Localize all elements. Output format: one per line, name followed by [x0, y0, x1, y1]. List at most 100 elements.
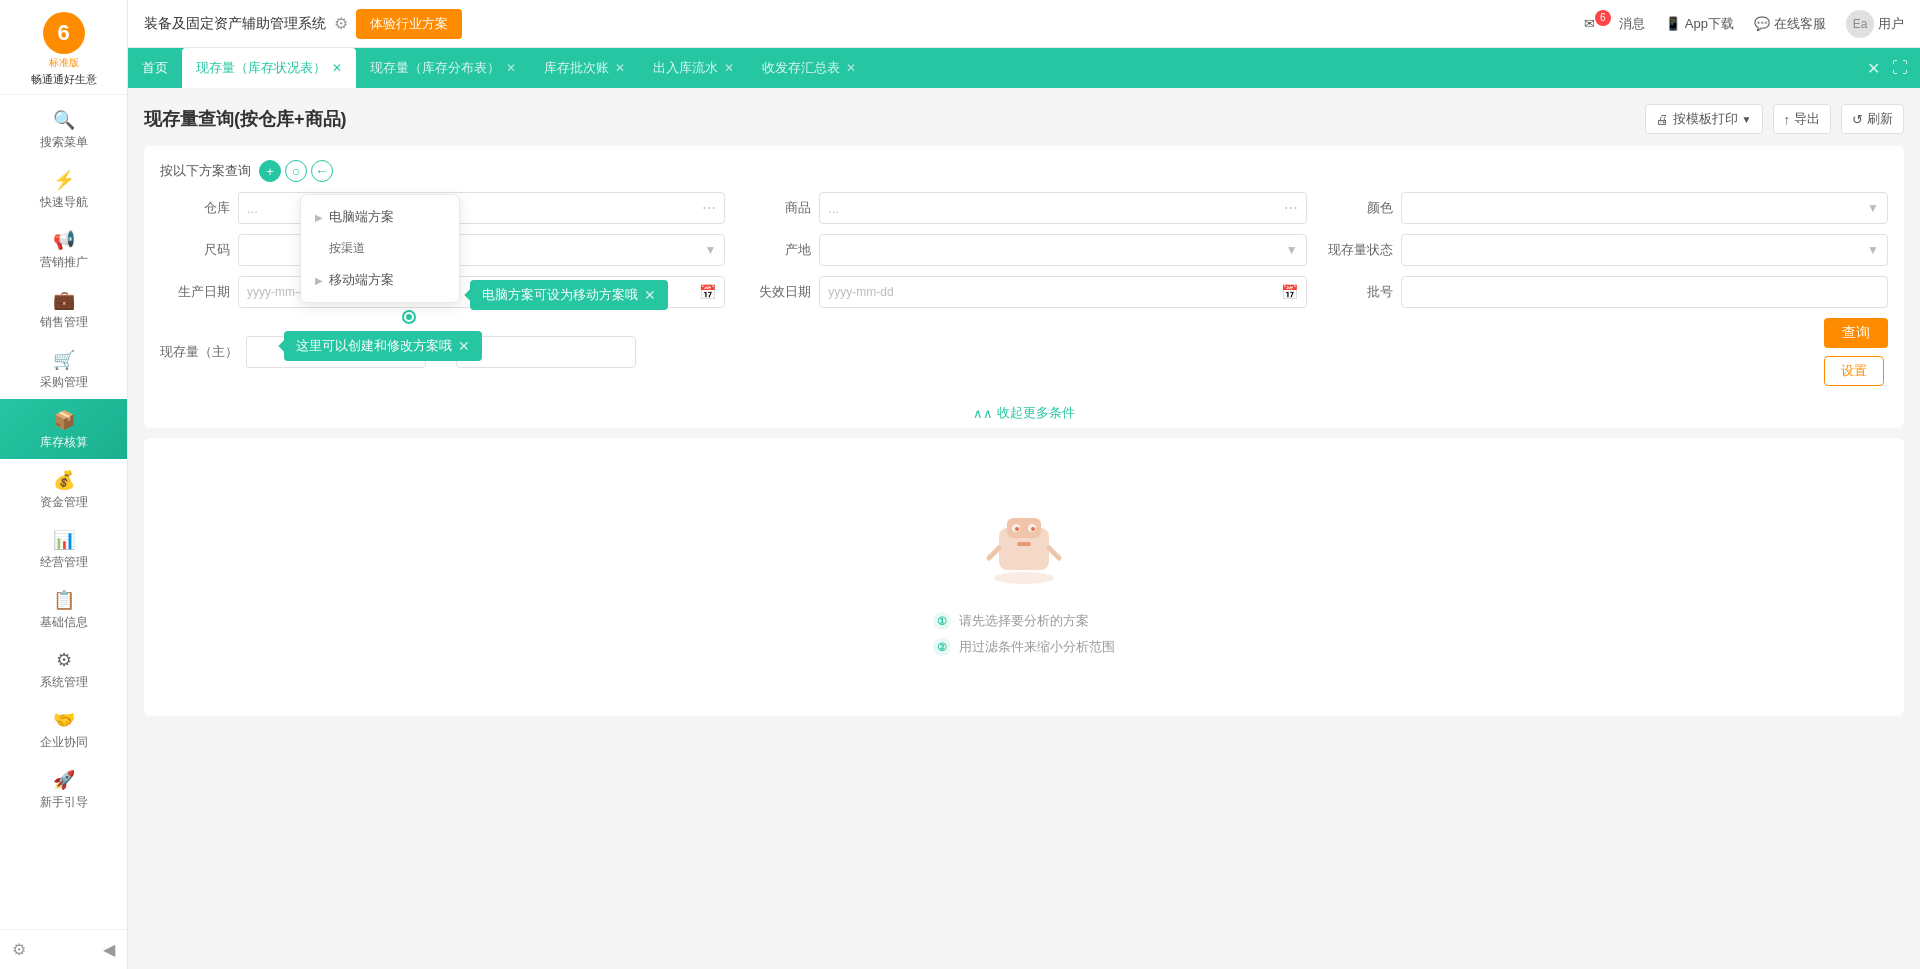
- sidebar-item-purchase[interactable]: 🛒 采购管理: [0, 339, 127, 399]
- online-service-label: 在线客服: [1774, 15, 1826, 33]
- tab-close-inventory-distribution[interactable]: ✕: [506, 61, 516, 75]
- industry-btn[interactable]: 体验行业方案: [356, 9, 462, 39]
- sidebar-item-quicknav[interactable]: ⚡ 快速导航: [0, 159, 127, 219]
- sales-icon: 💼: [53, 289, 75, 311]
- refresh-btn[interactable]: ↺ 刷新: [1841, 104, 1904, 134]
- origin-field[interactable]: ▼: [819, 234, 1306, 266]
- sidebar-item-guide[interactable]: 🚀 新手引导: [0, 759, 127, 819]
- tab-label-home: 首页: [142, 59, 168, 77]
- sidebar-item-operations[interactable]: 📊 经营管理: [0, 519, 127, 579]
- sidebar-item-search[interactable]: 🔍 搜索菜单: [0, 99, 127, 159]
- sidebar-item-sales[interactable]: 💼 销售管理: [0, 279, 127, 339]
- app-download-btn[interactable]: 📱 App下载: [1665, 15, 1734, 33]
- sidebar-label-system: 系统管理: [40, 674, 88, 691]
- empty-tip-1: ① 请先选择要分析的方案: [933, 612, 1115, 630]
- empty-tip-2-text: 用过滤条件来缩小分析范围: [959, 638, 1115, 656]
- svg-line-8: [989, 548, 999, 558]
- settings-icon[interactable]: ⚙: [12, 940, 26, 959]
- tooltip2-text: 这里可以创建和修改方案哦: [296, 337, 452, 355]
- sidebar-label-guide: 新手引导: [40, 794, 88, 811]
- export-icon: ↑: [1784, 112, 1791, 127]
- tab-inventory-status[interactable]: 现存量（库存状况表）✕: [182, 48, 356, 88]
- empty-tips: ① 请先选择要分析的方案 ② 用过滤条件来缩小分析范围: [933, 612, 1115, 656]
- chevron-down-icon: ▼: [1742, 114, 1752, 125]
- expand-icon: ▶: [315, 212, 323, 223]
- inventory-main-to[interactable]: [456, 336, 636, 368]
- sidebar-label-purchase: 采购管理: [40, 374, 88, 391]
- goods-more-icon[interactable]: ⋯: [1284, 200, 1298, 216]
- tab-in-out-flow[interactable]: 出入库流水✕: [639, 48, 748, 88]
- scheme-item-mobile[interactable]: ▶ 移动端方案: [301, 264, 459, 296]
- empty-state: ① 请先选择要分析的方案 ② 用过滤条件来缩小分析范围: [144, 438, 1904, 716]
- color-chevron: ▼: [1867, 201, 1879, 215]
- edit-scheme-btn[interactable]: ○: [285, 160, 307, 182]
- tooltip2-close[interactable]: ✕: [458, 338, 470, 354]
- empty-tip-2: ② 用过滤条件来缩小分析范围: [933, 638, 1115, 656]
- tab-close-inventory-batch[interactable]: ✕: [615, 61, 625, 75]
- empty-illustration: [979, 498, 1069, 588]
- phone-icon: 📱: [1665, 16, 1681, 31]
- scheme-sub-item[interactable]: 按渠道: [301, 233, 459, 264]
- warehouse-more: ...: [247, 201, 258, 216]
- add-scheme-btn[interactable]: +: [259, 160, 281, 182]
- warehouse-label: 仓库: [160, 199, 230, 217]
- svg-point-6: [1031, 527, 1035, 531]
- online-service-btn[interactable]: 💬 在线客服: [1754, 15, 1826, 33]
- sidebar-item-marketing[interactable]: 📢 营销推广: [0, 219, 127, 279]
- tab-inventory-batch[interactable]: 库存批次账✕: [530, 48, 639, 88]
- message-btn[interactable]: ✉ 6 消息: [1584, 15, 1645, 33]
- tab-inventory-distribution[interactable]: 现存量（库存分布表）✕: [356, 48, 530, 88]
- inventory-status-chevron: ▼: [1867, 243, 1879, 257]
- sidebar-item-finance[interactable]: 💰 资金管理: [0, 459, 127, 519]
- expiry-date-cal-icon[interactable]: 📅: [1281, 284, 1298, 300]
- sidebar-item-basic[interactable]: 📋 基础信息: [0, 579, 127, 639]
- tab-close-in-out-flow[interactable]: ✕: [724, 61, 734, 75]
- filter-header-row: 按以下方案查询 + ○ ← 电脑方案可设为移动方案哦 ✕ ▶: [160, 160, 1888, 182]
- marketing-icon: 📢: [53, 229, 75, 251]
- header-gear-icon[interactable]: ⚙: [334, 14, 348, 33]
- tab-close-receive-send[interactable]: ✕: [846, 61, 856, 75]
- sidebar-item-inventory[interactable]: 📦 库存核算: [0, 399, 127, 459]
- prod-date-cal-icon[interactable]: 📅: [699, 284, 716, 300]
- fullscreen-icon[interactable]: ⛶: [1888, 59, 1912, 77]
- expiry-date-field[interactable]: yyyy-mm-dd 📅: [819, 276, 1306, 308]
- close-all-tabs-icon[interactable]: ✕: [1863, 59, 1884, 78]
- batch-input[interactable]: [1401, 276, 1888, 308]
- set-btn[interactable]: 设置: [1824, 356, 1884, 386]
- export-btn[interactable]: ↑ 导出: [1773, 104, 1832, 134]
- origin-label: 产地: [741, 241, 811, 259]
- sidebar-item-system[interactable]: ⚙ 系统管理: [0, 639, 127, 699]
- sidebar-item-enterprise[interactable]: 🤝 企业协同: [0, 699, 127, 759]
- tab-receive-send[interactable]: 收发存汇总表✕: [748, 48, 870, 88]
- inventory-status-field[interactable]: ▼: [1401, 234, 1888, 266]
- template-print-btn[interactable]: 🖨 按模板打印 ▼: [1645, 104, 1763, 134]
- message-icon: ✉: [1584, 16, 1595, 31]
- tab-list: 首页现存量（库存状况表）✕现存量（库存分布表）✕库存批次账✕出入库流水✕收发存汇…: [128, 48, 870, 88]
- tab-close-inventory-status[interactable]: ✕: [332, 61, 342, 75]
- goods-field[interactable]: ... ⋯: [819, 192, 1306, 224]
- tooltip-pc-scheme: 电脑方案可设为移动方案哦 ✕: [470, 280, 668, 310]
- main-area: 装备及固定资产辅助管理系统 ⚙ 体验行业方案 ✉ 6 消息 📱 App下载 💬 …: [128, 0, 1920, 969]
- message-label: 消息: [1619, 15, 1645, 33]
- tab-home[interactable]: 首页: [128, 48, 182, 88]
- empty-tip-1-text: 请先选择要分析的方案: [959, 612, 1089, 630]
- collapse-icon[interactable]: ◀: [103, 940, 115, 959]
- scheme-item-pc[interactable]: ▶ 电脑端方案: [301, 201, 459, 233]
- guide-icon: 🚀: [53, 769, 75, 791]
- svg-rect-7: [1017, 542, 1031, 546]
- query-btn[interactable]: 查询: [1824, 318, 1888, 348]
- color-field[interactable]: ▼: [1401, 192, 1888, 224]
- arrow-scheme-btn[interactable]: ←: [311, 160, 333, 182]
- tooltip1-close[interactable]: ✕: [644, 287, 656, 303]
- header-left: 装备及固定资产辅助管理系统 ⚙ 体验行业方案: [144, 9, 462, 39]
- user-btn[interactable]: Ea 用户: [1846, 10, 1904, 38]
- collapse-more-btn[interactable]: ∧∧ 收起更多条件: [160, 396, 1888, 424]
- content-area: 现存量查询(按仓库+商品) 🖨 按模板打印 ▼ ↑ 导出 ↺ 刷新: [128, 88, 1920, 969]
- filter-header-icons: + ○ ←: [259, 160, 333, 182]
- tooltip1-text: 电脑方案可设为移动方案哦: [482, 286, 638, 304]
- tab-actions: ✕ ⛶: [1863, 59, 1920, 78]
- expiry-date-cell: 失效日期 yyyy-mm-dd 📅: [741, 276, 1306, 308]
- empty-icon-wrap: [979, 498, 1069, 592]
- page-title-bar: 现存量查询(按仓库+商品) 🖨 按模板打印 ▼ ↑ 导出 ↺ 刷新: [144, 104, 1904, 134]
- warehouse-more-icon[interactable]: ⋯: [702, 200, 716, 216]
